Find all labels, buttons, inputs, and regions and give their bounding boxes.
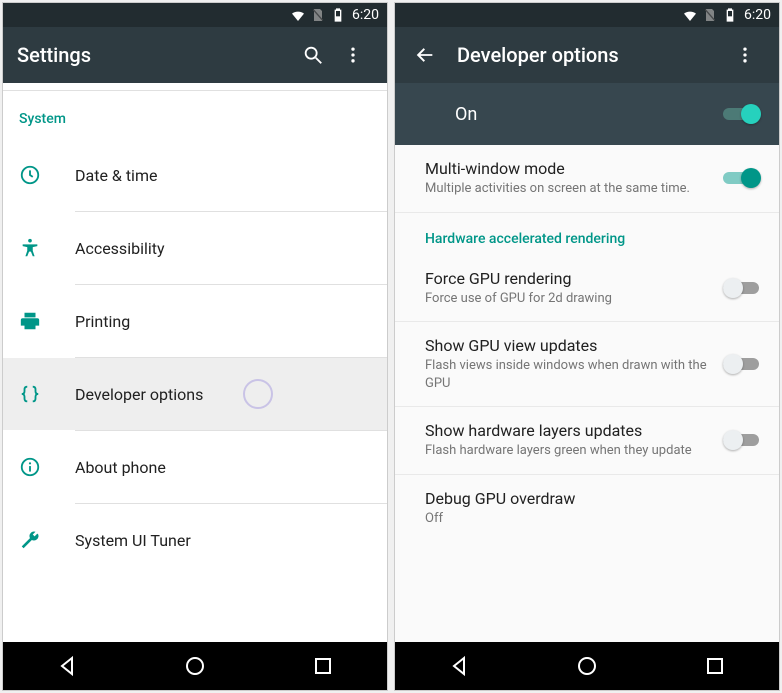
nav-home-button[interactable] [573, 652, 601, 680]
section-hw-accel-rendering: Hardware accelerated rendering [395, 213, 779, 255]
braces-icon [19, 383, 75, 405]
row-force-gpu-rendering[interactable]: Force GPU rendering Force use of GPU for… [395, 255, 779, 323]
toggle-gpu-view-updates[interactable] [723, 352, 763, 376]
nav-recents-button[interactable] [701, 652, 729, 680]
clock-icon [19, 164, 75, 186]
wrench-icon [19, 529, 75, 551]
wifi-icon [290, 7, 306, 23]
no-sim-icon [702, 7, 718, 23]
nav-back-button[interactable] [53, 652, 81, 680]
row-title: Debug GPU overdraw [425, 489, 751, 508]
row-label: System UI Tuner [75, 531, 191, 550]
page-title: Developer options [457, 43, 725, 67]
app-bar: Settings [3, 27, 387, 83]
row-title: Force GPU rendering [425, 269, 711, 288]
overflow-menu-button[interactable] [725, 35, 765, 75]
developer-options-screen: 6:20 Developer options On Multi-window m… [394, 2, 780, 691]
wifi-icon [682, 7, 698, 23]
row-subtitle: Multiple activities on screen at the sam… [425, 180, 711, 198]
status-time: 6:20 [352, 7, 379, 23]
row-label: About phone [75, 458, 166, 477]
row-subtitle: Flash views inside windows when drawn wi… [425, 357, 711, 392]
row-title: Show hardware layers updates [425, 421, 711, 440]
row-show-hw-layers-updates[interactable]: Show hardware layers updates Flash hardw… [395, 407, 779, 475]
row-multi-window-mode[interactable]: Multi-window mode Multiple activities on… [395, 145, 779, 213]
row-label: Date & time [75, 166, 157, 185]
overflow-menu-button[interactable] [333, 35, 373, 75]
top-divider [3, 83, 387, 91]
row-date-time[interactable]: Date & time [3, 139, 387, 211]
row-subtitle: Force use of GPU for 2d drawing [425, 290, 711, 308]
row-about-phone[interactable]: About phone [3, 431, 387, 503]
accessibility-icon [19, 237, 75, 259]
row-title: Show GPU view updates [425, 336, 711, 355]
status-bar: 6:20 [3, 3, 387, 27]
master-switch-toggle[interactable] [723, 102, 763, 126]
nav-back-button[interactable] [445, 652, 473, 680]
row-title: Multi-window mode [425, 159, 711, 178]
no-sim-icon [310, 7, 326, 23]
status-bar: 6:20 [395, 3, 779, 27]
back-button[interactable] [405, 35, 445, 75]
row-accessibility[interactable]: Accessibility [3, 212, 387, 284]
master-switch-row[interactable]: On [395, 83, 779, 145]
row-subtitle: Flash hardware layers green when they up… [425, 442, 711, 460]
row-system-ui-tuner[interactable]: System UI Tuner [3, 504, 387, 576]
info-icon [19, 456, 75, 478]
app-bar: Developer options [395, 27, 779, 83]
row-label: Printing [75, 312, 130, 331]
page-title: Settings [17, 43, 293, 67]
toggle-hw-layers[interactable] [723, 428, 763, 452]
row-developer-options[interactable]: Developer options [3, 358, 387, 430]
nav-home-button[interactable] [181, 652, 209, 680]
toggle-multi-window[interactable] [723, 166, 763, 190]
printer-icon [19, 310, 75, 332]
settings-list: System Date & time Accessibility Printin… [3, 83, 387, 642]
tap-ripple [243, 379, 273, 409]
battery-icon [330, 7, 346, 23]
nav-bar [395, 642, 779, 690]
row-label: Developer options [75, 385, 203, 404]
nav-recents-button[interactable] [309, 652, 337, 680]
settings-screen: 6:20 Settings System Date & time Accessi… [2, 2, 388, 691]
row-subtitle: Off [425, 510, 751, 528]
row-label: Accessibility [75, 239, 165, 258]
search-button[interactable] [293, 35, 333, 75]
developer-options-list: Multi-window mode Multiple activities on… [395, 145, 779, 642]
master-switch-label: On [455, 104, 723, 125]
toggle-force-gpu[interactable] [723, 276, 763, 300]
nav-bar [3, 642, 387, 690]
row-debug-gpu-overdraw[interactable]: Debug GPU overdraw Off [395, 475, 779, 542]
status-time: 6:20 [744, 7, 771, 23]
row-printing[interactable]: Printing [3, 285, 387, 357]
battery-icon [722, 7, 738, 23]
row-show-gpu-view-updates[interactable]: Show GPU view updates Flash views inside… [395, 322, 779, 407]
category-system: System [3, 107, 387, 139]
